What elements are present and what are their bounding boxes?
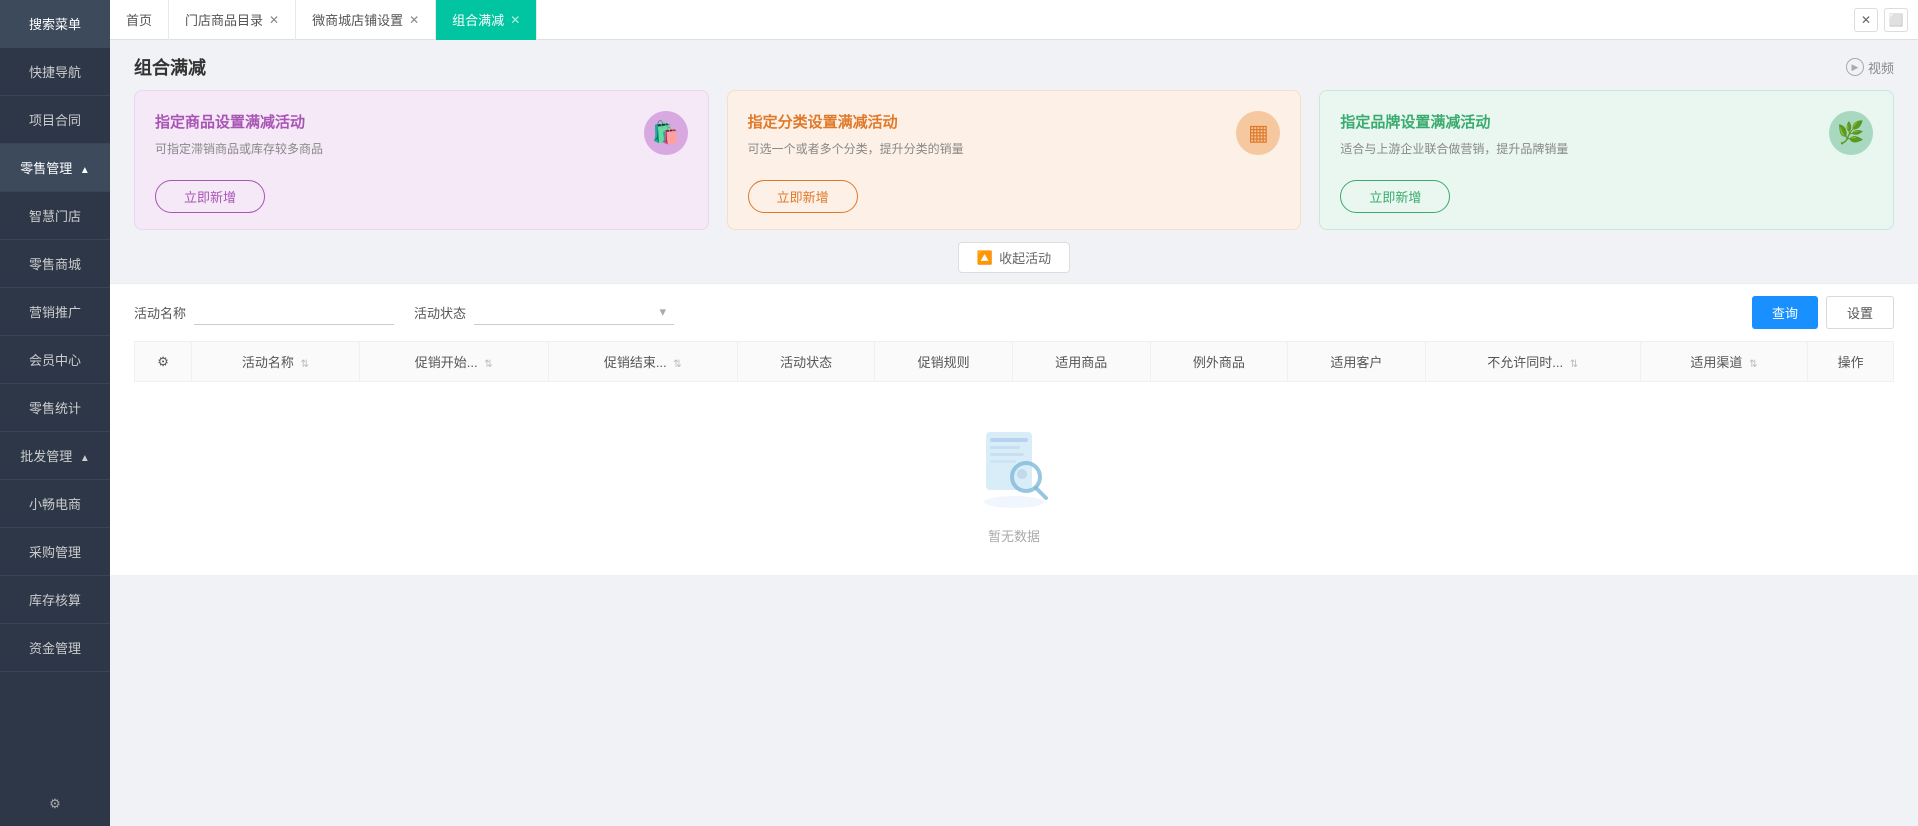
col-promo-start[interactable]: 促销开始... ⇅	[359, 342, 548, 382]
sidebar-item-project-contract[interactable]: 项目合同	[0, 96, 110, 144]
activity-name-label: 活动名称	[134, 303, 186, 322]
window-maximize-btn[interactable]: ⬜	[1884, 8, 1908, 32]
col-applicable-channels[interactable]: 适用渠道 ⇅	[1640, 342, 1808, 382]
tabbar-right-controls: ✕ ⬜	[1854, 8, 1918, 32]
tab-micro-store-settings[interactable]: 微商城店铺设置 ✕	[296, 0, 436, 40]
collapse-activities-btn[interactable]: 🔼 收起活动	[958, 242, 1070, 273]
activity-name-input[interactable]	[194, 301, 394, 325]
video-link[interactable]: ▶ 视频	[1846, 58, 1894, 77]
product-card: 指定商品设置满减活动 🛍️ 可指定滞销商品或库存较多商品 立即新增	[134, 90, 709, 230]
chevron-down-icon: ▾	[660, 304, 667, 320]
category-card-title: 指定分类设置满减活动	[748, 111, 1281, 132]
chevron-up-icon: 🔼	[977, 250, 993, 266]
page-content: 组合满减 ▶ 视频 指定商品设置满减活动 🛍️ 可指定滞销商品或库存较多商品 立…	[110, 40, 1918, 826]
search-buttons: 查询 设置	[1752, 296, 1894, 329]
cards-section: 指定商品设置满减活动 🛍️ 可指定滞销商品或库存较多商品 立即新增 指定分类设置…	[110, 90, 1918, 230]
settings-btn[interactable]: 设置	[1826, 296, 1894, 329]
search-bar: 活动名称 活动状态 ▾ 查询 设置	[110, 283, 1918, 341]
sidebar: 搜索菜单 快捷导航 项目合同 零售管理 ▲ 智慧门店 零售商城 营销推广 会员中…	[0, 0, 110, 826]
col-operations: 操作	[1808, 342, 1894, 382]
activity-status-label: 活动状态	[414, 303, 466, 322]
query-btn[interactable]: 查询	[1752, 296, 1818, 329]
brand-card-title: 指定品牌设置满减活动	[1340, 111, 1873, 132]
product-card-icon: 🛍️	[644, 111, 688, 155]
activity-status-select[interactable]: ▾	[474, 300, 674, 325]
sort-icon: ⇅	[484, 359, 492, 370]
sidebar-item-member-center[interactable]: 会员中心	[0, 336, 110, 384]
category-card-desc: 可选一个或者多个分类，提升分类的销量	[748, 140, 1281, 158]
close-tab-micro-store[interactable]: ✕	[409, 13, 419, 27]
page-header: 组合满减 ▶ 视频	[110, 40, 1918, 90]
close-tab-store-catalog[interactable]: ✕	[269, 13, 279, 27]
sort-icon: ⇅	[673, 359, 681, 370]
window-close-btn[interactable]: ✕	[1854, 8, 1878, 32]
empty-state: 暂无数据	[134, 382, 1894, 575]
sidebar-item-xiaochang[interactable]: 小畅电商	[0, 480, 110, 528]
settings-icon: ⚙	[49, 796, 61, 811]
sidebar-item-wholesale-mgmt[interactable]: 批发管理 ▲	[0, 432, 110, 480]
table-header: ⚙ 活动名称 ⇅ 促销开始... ⇅ 促销结束... ⇅	[135, 342, 1894, 382]
sidebar-item-finance-mgmt[interactable]: 资金管理	[0, 624, 110, 672]
col-no-concurrent[interactable]: 不允许同时... ⇅	[1425, 342, 1640, 382]
sidebar-item-retail-stats[interactable]: 零售统计	[0, 384, 110, 432]
sidebar-search[interactable]: 搜索菜单	[0, 0, 110, 48]
tab-home[interactable]: 首页	[110, 0, 169, 40]
category-card: 指定分类设置满减活动 ▦ 可选一个或者多个分类，提升分类的销量 立即新增	[727, 90, 1302, 230]
product-card-desc: 可指定滞销商品或库存较多商品	[155, 140, 688, 158]
sort-icon: ⇅	[1570, 359, 1578, 370]
brand-card-desc: 适合与上游企业联合做营销，提升品牌销量	[1340, 140, 1873, 158]
col-settings[interactable]: ⚙	[135, 342, 192, 382]
activity-status-field: 活动状态 ▾	[414, 300, 674, 325]
activity-table: ⚙ 活动名称 ⇅ 促销开始... ⇅ 促销结束... ⇅	[134, 341, 1894, 382]
arrow-icon: ▲	[80, 165, 90, 176]
tabbar: 首页 门店商品目录 ✕ 微商城店铺设置 ✕ 组合满减 ✕ ✕ ⬜	[110, 0, 1918, 40]
col-promo-end[interactable]: 促销结束... ⇅	[548, 342, 737, 382]
sidebar-item-inventory[interactable]: 库存核算	[0, 576, 110, 624]
sort-icon: ⇅	[1749, 359, 1757, 370]
col-activity-status: 活动状态	[737, 342, 875, 382]
product-card-add-btn[interactable]: 立即新增	[155, 180, 265, 213]
brand-card-add-btn[interactable]: 立即新增	[1340, 180, 1450, 213]
brand-card: 指定品牌设置满减活动 🌿 适合与上游企业联合做营销，提升品牌销量 立即新增	[1319, 90, 1894, 230]
activity-name-field: 活动名称	[134, 301, 394, 325]
empty-text: 暂无数据	[988, 526, 1040, 545]
arrow-icon: ▲	[80, 453, 90, 464]
sidebar-item-marketing[interactable]: 营销推广	[0, 288, 110, 336]
product-card-title: 指定商品设置满减活动	[155, 111, 688, 132]
sidebar-item-quick-nav[interactable]: 快捷导航	[0, 48, 110, 96]
col-activity-name[interactable]: 活动名称 ⇅	[192, 342, 360, 382]
brand-card-icon: 🌿	[1829, 111, 1873, 155]
table-section: ⚙ 活动名称 ⇅ 促销开始... ⇅ 促销结束... ⇅	[110, 341, 1918, 575]
sidebar-item-smart-store[interactable]: 智慧门店	[0, 192, 110, 240]
col-applicable-products: 适用商品	[1012, 342, 1150, 382]
col-applicable-customers: 适用客户	[1288, 342, 1426, 382]
sidebar-settings[interactable]: ⚙	[0, 782, 110, 826]
sidebar-item-purchase-mgmt[interactable]: 采购管理	[0, 528, 110, 576]
page-title: 组合满减	[134, 54, 206, 80]
main-area: 首页 门店商品目录 ✕ 微商城店铺设置 ✕ 组合满减 ✕ ✕ ⬜ 组合满减 ▶ …	[110, 0, 1918, 826]
close-tab-combo-discount[interactable]: ✕	[510, 13, 520, 27]
sidebar-item-retail-mall[interactable]: 零售商城	[0, 240, 110, 288]
col-excluded-products: 例外商品	[1150, 342, 1288, 382]
tab-store-catalog[interactable]: 门店商品目录 ✕	[169, 0, 296, 40]
tab-combo-discount[interactable]: 组合满减 ✕	[436, 0, 537, 40]
sidebar-item-retail-mgmt[interactable]: 零售管理 ▲	[0, 144, 110, 192]
empty-icon	[964, 422, 1064, 512]
play-icon: ▶	[1846, 58, 1864, 76]
category-card-add-btn[interactable]: 立即新增	[748, 180, 858, 213]
collapse-bar: 🔼 收起活动	[110, 230, 1918, 283]
gear-icon: ⚙	[157, 354, 169, 369]
sort-icon: ⇅	[300, 359, 308, 370]
col-promo-rules: 促销规则	[875, 342, 1013, 382]
